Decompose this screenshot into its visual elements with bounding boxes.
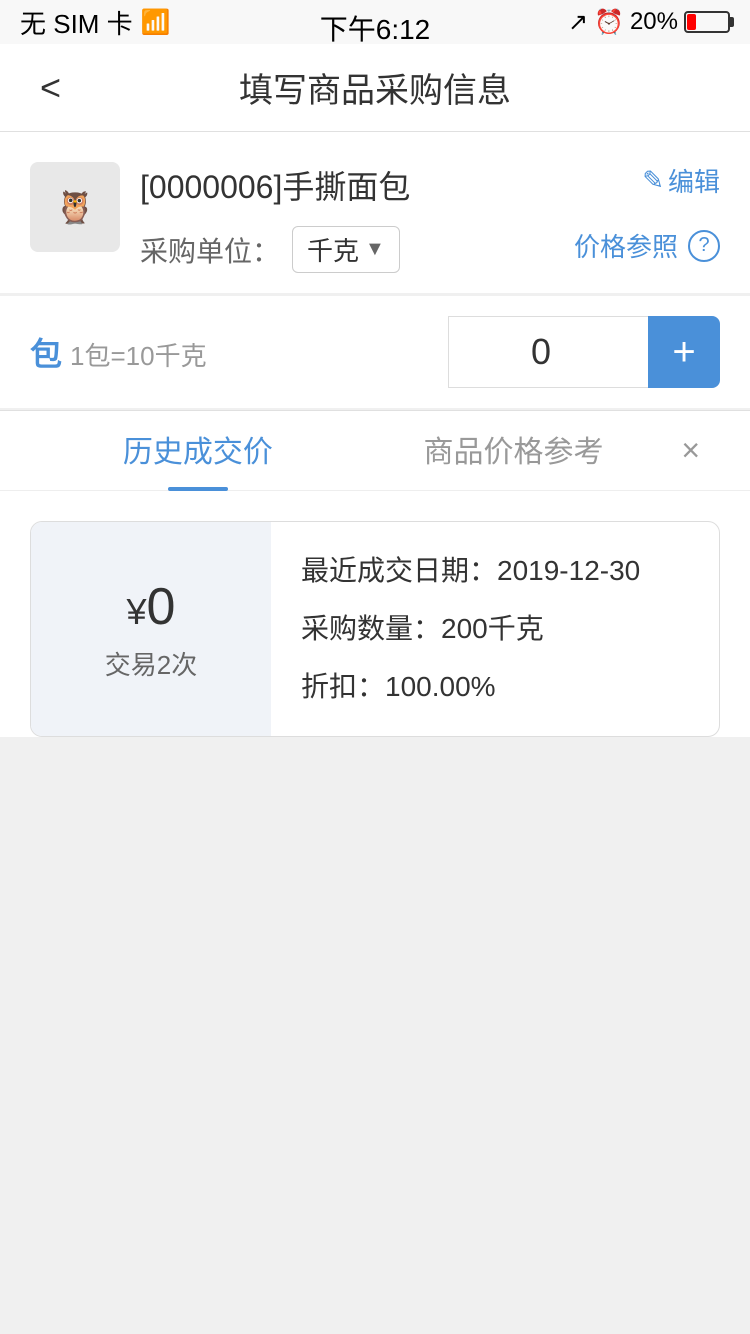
tabs-panel: 历史成交价 商品价格参考 × ¥0 交易2次 最近成交日期：2019-12-30…	[0, 410, 750, 737]
unit-value: 千克	[307, 231, 359, 268]
unit-label: 采购单位：	[140, 230, 280, 270]
battery-percent: 20%	[630, 8, 678, 36]
tab-price-ref-label: 商品价格参考	[423, 436, 603, 469]
edit-icon: ✎	[642, 165, 664, 196]
quantity-label: 包 1包=10千克	[30, 329, 207, 375]
discount-label: 折扣：	[301, 671, 385, 702]
price-ref-label: 价格参照	[574, 227, 678, 264]
product-card: 🦉 [0000006]手撕面包 采购单位： 千克 ▼ ✎ 编辑	[0, 132, 750, 293]
location-icon: ↗	[568, 8, 588, 37]
quantity-input-group: +	[448, 316, 720, 388]
product-thumbnail: 🦉	[30, 162, 120, 252]
discount-row: 折扣：100.00%	[301, 666, 689, 708]
wifi-icon: 📶	[141, 8, 171, 37]
alarm-icon: ⏰	[594, 8, 624, 37]
price-ref-button[interactable]: 价格参照 ?	[574, 227, 720, 264]
purchase-quantity-row: 采购数量：200千克	[301, 608, 689, 650]
unit-conversion-text: 1包=10千克	[70, 336, 207, 373]
carrier-text: 无 SIM 卡	[20, 4, 133, 41]
close-button[interactable]: ×	[671, 422, 710, 479]
product-name: [0000006]手撕面包	[140, 162, 410, 208]
trade-count: 交易2次	[105, 645, 197, 682]
price-details: 最近成交日期：2019-12-30 采购数量：200千克 折扣：100.00%	[271, 522, 719, 736]
product-logo-icon: 🦉	[55, 188, 95, 226]
info-circle-icon: ?	[688, 230, 720, 262]
nav-bar: < 填写商品采购信息	[0, 44, 750, 132]
currency-symbol: ¥	[127, 591, 147, 632]
recent-date-label: 最近成交日期：	[301, 555, 497, 586]
battery-fill	[687, 14, 696, 30]
package-icon: 包	[30, 329, 62, 375]
status-time: 下午6:12	[320, 8, 431, 48]
edit-button[interactable]: ✎ 编辑	[642, 162, 720, 199]
price-value: 0	[147, 578, 176, 636]
quantity-plus-button[interactable]: +	[648, 316, 720, 388]
product-actions: ✎ 编辑 价格参照 ?	[574, 162, 720, 264]
recent-date-value: 2019-12-30	[497, 555, 640, 586]
unit-selector[interactable]: 千克 ▼	[292, 226, 400, 273]
tab-price-reference[interactable]: 商品价格参考	[356, 427, 672, 475]
price-display: ¥0	[127, 577, 176, 637]
quantity-row: 包 1包=10千克 +	[0, 295, 750, 408]
product-left: 🦉 [0000006]手撕面包 采购单位： 千克 ▼	[30, 162, 410, 273]
battery-icon	[684, 11, 730, 33]
page-title: 填写商品采购信息	[239, 63, 511, 112]
purchase-quantity-label: 采购数量：	[301, 613, 441, 644]
purchase-quantity-value: 200千克	[441, 613, 544, 644]
edit-label: 编辑	[668, 162, 720, 199]
price-summary: ¥0 交易2次	[31, 522, 271, 736]
dropdown-arrow-icon: ▼	[365, 238, 385, 261]
product-header: 🦉 [0000006]手撕面包 采购单位： 千克 ▼ ✎ 编辑	[30, 162, 720, 273]
status-right: ↗ ⏰ 20%	[568, 8, 730, 37]
status-bar: 无 SIM 卡 📶 下午6:12 ↗ ⏰ 20%	[0, 0, 750, 44]
product-unit-row: 采购单位： 千克 ▼	[140, 226, 410, 273]
history-data-card: ¥0 交易2次 最近成交日期：2019-12-30 采购数量：200千克 折扣：…	[30, 521, 720, 737]
product-info: [0000006]手撕面包 采购单位： 千克 ▼	[140, 162, 410, 273]
quantity-input[interactable]	[448, 316, 648, 388]
tabs-header: 历史成交价 商品价格参考 ×	[0, 411, 750, 491]
back-button[interactable]: <	[30, 57, 71, 119]
tab-history-label: 历史成交价	[123, 436, 273, 469]
status-left: 无 SIM 卡 📶	[20, 4, 171, 41]
product-id: [0000006]	[140, 169, 282, 205]
recent-date-row: 最近成交日期：2019-12-30	[301, 550, 689, 592]
product-title: 手撕面包	[282, 169, 410, 205]
plus-icon: +	[672, 330, 695, 375]
tab-history-price[interactable]: 历史成交价	[40, 427, 356, 475]
discount-value: 100.00%	[385, 671, 496, 702]
